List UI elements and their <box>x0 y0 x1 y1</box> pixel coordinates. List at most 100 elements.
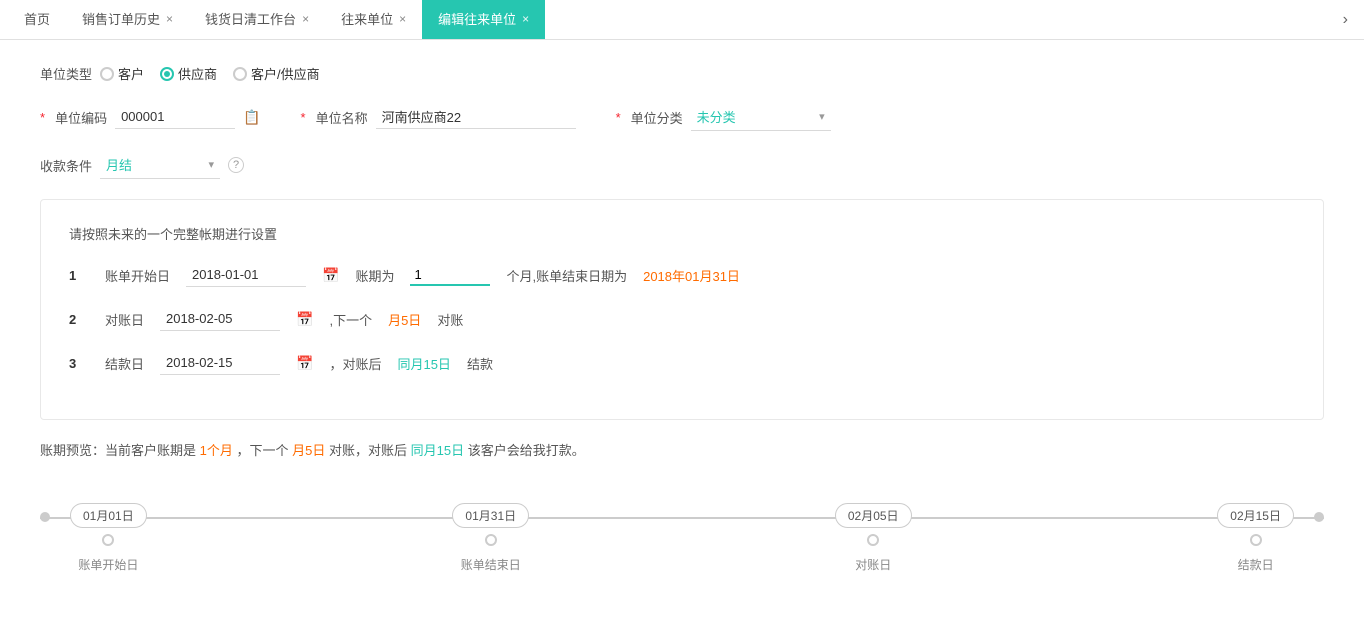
tab-sales-history[interactable]: 销售订单历史 × <box>66 0 189 39</box>
timeline-sub-1: 账单结束日 <box>461 556 521 573</box>
period-desc-3-post: 结款 <box>467 354 493 373</box>
timeline-dot-1 <box>485 534 497 546</box>
preview-sep1: ，下一个 <box>237 443 289 458</box>
name-required: * <box>301 110 306 125</box>
tab-cash-work[interactable]: 钱货日清工作台 × <box>189 0 325 39</box>
tab-partner-unit[interactable]: 往来单位 × <box>325 0 422 39</box>
tab-edit-partner-close[interactable]: × <box>522 13 529 25</box>
unit-code-field: * 单位编码 📋 <box>40 105 261 129</box>
period-num-2: 2 <box>69 312 89 327</box>
preview-part2: 月5日 <box>292 443 325 458</box>
period-row-1: 1 账单开始日 📅 账期为 个月,账单结束日期为 2018年01月31日 <box>69 263 1295 287</box>
period-desc-3-pre: ，对账后 <box>329 354 381 373</box>
period-num-3: 3 <box>69 356 89 371</box>
period-cal-icon-3[interactable]: 📅 <box>296 355 313 372</box>
timeline-node-3: 02月15日 结款日 <box>1217 503 1324 573</box>
timeline: 01月01日 账单开始日 01月31日 账单结束日 02月05日 对账日 02月… <box>40 483 1324 603</box>
period-desc-2-highlight: 月5日 <box>388 310 421 329</box>
code-copy-icon[interactable]: 📋 <box>243 109 260 126</box>
period-label-2: 对账日 <box>105 310 144 329</box>
unit-code-label: 单位编码 <box>55 108 107 127</box>
unit-name-input[interactable] <box>376 105 576 129</box>
timeline-node-0: 01月01日 账单开始日 <box>40 503 147 573</box>
tab-partner-unit-close[interactable]: × <box>399 13 406 25</box>
payment-label: 收款条件 <box>40 156 92 175</box>
category-required: * <box>616 110 621 125</box>
preview-suffix: 该客户会给我打款。 <box>468 443 585 458</box>
unit-category-label: 单位分类 <box>631 108 683 127</box>
radio-customer[interactable]: 客户 <box>100 64 144 83</box>
timeline-node-1: 01月31日 账单结束日 <box>452 503 529 573</box>
tab-home-label: 首页 <box>24 9 50 28</box>
period-cal-icon-2[interactable]: 📅 <box>296 311 313 328</box>
tab-cash-work-close[interactable]: × <box>302 13 309 25</box>
period-months-input[interactable] <box>410 265 490 286</box>
unit-type-row: 单位类型 客户 供应商 客户/供应商 <box>40 64 1324 83</box>
timeline-pill-2: 02月05日 <box>835 503 912 528</box>
timeline-dot-3 <box>1250 534 1262 546</box>
radio-customer-supplier-label: 客户/供应商 <box>251 64 320 83</box>
tab-more-button[interactable]: › <box>1335 0 1356 39</box>
section-title: 请按照未来的一个完整帐期进行设置 <box>69 224 1295 243</box>
timeline-sub-3: 结款日 <box>1238 556 1274 573</box>
period-label-3: 结款日 <box>105 354 144 373</box>
code-name-category-row: * 单位编码 📋 * 单位名称 * 单位分类 未分类 ▾ <box>40 103 1324 131</box>
tab-partner-unit-label: 往来单位 <box>341 9 393 28</box>
period-date-3[interactable] <box>160 351 280 375</box>
tab-edit-partner-label: 编辑往来单位 <box>438 9 516 28</box>
tab-bar: 首页 销售订单历史 × 钱货日清工作台 × 往来单位 × 编辑往来单位 × › <box>0 0 1364 40</box>
period-cal-icon-1[interactable]: 📅 <box>322 267 339 284</box>
period-section: 请按照未来的一个完整帐期进行设置 1 账单开始日 📅 账期为 个月,账单结束日期… <box>40 199 1324 420</box>
period-date-1[interactable] <box>186 263 306 287</box>
tab-cash-work-label: 钱货日清工作台 <box>205 9 296 28</box>
radio-supplier[interactable]: 供应商 <box>160 64 217 83</box>
unit-category-value: 未分类 <box>697 107 815 126</box>
period-desc-3-highlight: 同月15日 <box>397 354 450 373</box>
unit-type-field: 单位类型 客户 供应商 客户/供应商 <box>40 64 320 83</box>
period-desc-2-post: 对账 <box>437 310 463 329</box>
preview-section: 账期预览：当前客户账期是 1个月 ，下一个 月5日 对账，对账后 同月15日 该… <box>40 440 1324 459</box>
radio-customer-label: 客户 <box>118 64 144 83</box>
payment-select[interactable]: 月结 ▾ <box>100 151 220 179</box>
unit-category-field: * 单位分类 未分类 ▾ <box>616 103 831 131</box>
radio-group: 客户 供应商 客户/供应商 <box>100 64 320 83</box>
radio-supplier-circle <box>160 67 174 81</box>
radio-supplier-label: 供应商 <box>178 64 217 83</box>
payment-field: 收款条件 月结 ▾ ? <box>40 151 244 179</box>
unit-name-field: * 单位名称 <box>301 105 576 129</box>
tab-sales-history-label: 销售订单历史 <box>82 9 160 28</box>
timeline-pill-0: 01月01日 <box>70 503 147 528</box>
payment-row: 收款条件 月结 ▾ ? <box>40 151 1324 179</box>
period-end-date: 2018年01月31日 <box>643 266 740 285</box>
tab-home[interactable]: 首页 <box>8 0 66 39</box>
timeline-sub-2: 对账日 <box>855 556 891 573</box>
period-row-3: 3 结款日 📅 ，对账后 同月15日 结款 <box>69 351 1295 375</box>
tab-sales-history-close[interactable]: × <box>166 13 173 25</box>
timeline-pill-1: 01月31日 <box>452 503 529 528</box>
period-date-2[interactable] <box>160 307 280 331</box>
timeline-dot-0 <box>102 534 114 546</box>
timeline-node-2: 02月05日 对账日 <box>835 503 912 573</box>
timeline-sub-0: 账单开始日 <box>78 556 138 573</box>
preview-part1: 1个月 <box>200 443 233 458</box>
period-label-1: 账单开始日 <box>105 266 170 285</box>
code-required: * <box>40 110 45 125</box>
radio-customer-supplier[interactable]: 客户/供应商 <box>233 64 320 83</box>
timeline-nodes: 01月01日 账单开始日 01月31日 账单结束日 02月05日 对账日 02月… <box>40 503 1324 573</box>
radio-customer-circle <box>100 67 114 81</box>
payment-help-icon[interactable]: ? <box>228 157 244 173</box>
unit-type-label: 单位类型 <box>40 64 92 83</box>
radio-customer-supplier-circle <box>233 67 247 81</box>
period-for-label: 账期为 <box>355 266 394 285</box>
tab-edit-partner[interactable]: 编辑往来单位 × <box>422 0 545 39</box>
period-row-2: 2 对账日 📅 ,下一个 月5日 对账 <box>69 307 1295 331</box>
payment-chevron-icon: ▾ <box>208 158 214 171</box>
period-num-1: 1 <box>69 268 89 283</box>
preview-label: 账期预览：当前客户账期是 <box>40 443 196 458</box>
timeline-dot-2 <box>867 534 879 546</box>
category-chevron-icon: ▾ <box>819 110 825 123</box>
unit-code-input[interactable] <box>115 105 235 129</box>
preview-sep2: 对账，对账后 <box>329 443 407 458</box>
unit-category-select[interactable]: 未分类 ▾ <box>691 103 831 131</box>
timeline-pill-3: 02月15日 <box>1217 503 1294 528</box>
